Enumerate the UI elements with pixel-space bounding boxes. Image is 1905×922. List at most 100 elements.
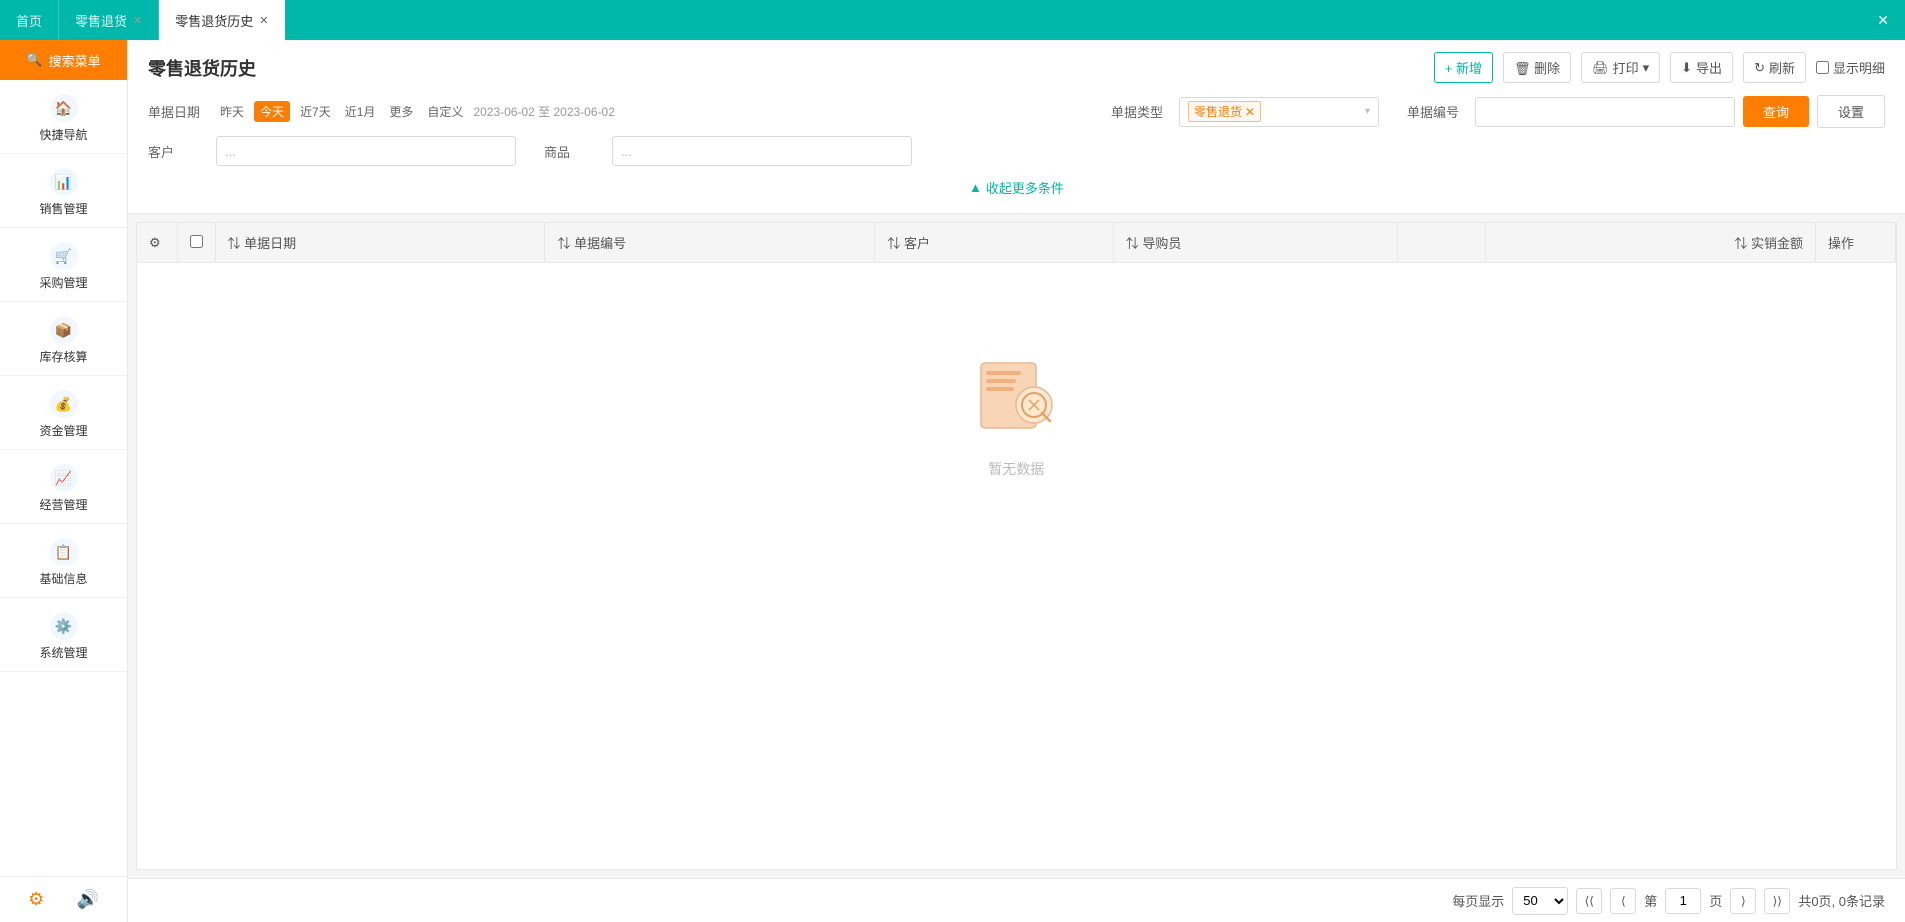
first-page-btn[interactable]: ⟨⟨ <box>1576 888 1602 914</box>
sidebar-item-operation[interactable]: 📈 经营管理 <box>0 450 127 524</box>
filter-bar: 单据日期 昨天 今天 近7天 近1月 更多 自定义 2023-06-02 至 2… <box>148 95 1885 213</box>
show-detail-input[interactable] <box>1816 61 1829 74</box>
export-button[interactable]: ⬇ 导出 <box>1670 52 1733 83</box>
sidebar-search-label: 搜索菜单 <box>49 51 101 70</box>
th-number-label: ⇅ 单据编号 <box>557 236 626 251</box>
sidebar: 🔍 搜索菜单 🏠 快捷导航 📊 销售管理 🛒 采购管理 📦 库存核算 💰 资金管… <box>0 40 128 922</box>
delete-button[interactable]: 🗑 删除 <box>1503 52 1571 83</box>
goods-filter-label: 商品 <box>544 142 604 161</box>
gear-icon[interactable]: ⚙ <box>149 235 161 250</box>
tab-retail-return-history-close[interactable]: ✕ <box>259 14 268 27</box>
main-table: ⚙ ⇅ 单据日期 ⇅ 单据编号 ⇅ 客户 <box>137 223 1896 559</box>
th-date[interactable]: ⇅ 单据日期 <box>215 223 545 263</box>
table-wrapper: ⚙ ⇅ 单据日期 ⇅ 单据编号 ⇅ 客户 <box>136 222 1897 870</box>
refresh-label: 刷新 <box>1769 58 1795 77</box>
type-select-arrow: ▾ <box>1365 106 1370 117</box>
sidebar-volume-btn[interactable]: 🔊 <box>76 889 98 910</box>
refresh-button[interactable]: ↻ 刷新 <box>1743 52 1806 83</box>
collapse-label: 收起更多条件 <box>986 178 1064 197</box>
sidebar-item-system[interactable]: ⚙️ 系统管理 <box>0 598 127 672</box>
sidebar-item-inventory[interactable]: 📦 库存核算 <box>0 302 127 376</box>
page-size-select[interactable]: 10 20 50 100 <box>1512 887 1568 915</box>
collapse-icon: ▲ <box>969 180 982 195</box>
total-info: 共0页, 0条记录 <box>1798 891 1885 910</box>
customer-filter-label: 客户 <box>148 142 208 161</box>
print-button[interactable]: 🖨 打印 ▾ <box>1581 52 1660 83</box>
type-filter-select[interactable]: 零售退货 ✕ ▾ <box>1179 97 1379 127</box>
date-today[interactable]: 今天 <box>254 101 290 122</box>
query-button[interactable]: 查询 <box>1743 96 1809 127</box>
page-word-2: 页 <box>1709 891 1722 910</box>
number-filter-input[interactable] <box>1475 97 1735 127</box>
tab-retail-return-close[interactable]: ✕ <box>133 14 142 27</box>
show-detail-checkbox[interactable]: 显示明细 <box>1816 58 1885 77</box>
th-customer[interactable]: ⇅ 客户 <box>875 223 1113 263</box>
date-quick-group: 昨天 今天 近7天 近1月 更多 自定义 2023-06-02 至 2023-0… <box>216 101 1083 122</box>
filter-row-2: 客户 商品 <box>148 128 1885 170</box>
print-arrow-icon: ▾ <box>1643 60 1650 76</box>
sidebar-label-purchase: 采购管理 <box>39 274 87 291</box>
finance-icon: 💰 <box>50 390 78 418</box>
sidebar-label-system: 系统管理 <box>39 644 87 661</box>
sidebar-search[interactable]: 🔍 搜索菜单 <box>0 40 127 80</box>
tab-retail-return-history[interactable]: 零售退货历史 ✕ <box>159 0 285 40</box>
sidebar-item-quick-nav[interactable]: 🏠 快捷导航 <box>0 80 127 154</box>
print-icon: 🖨 <box>1592 60 1609 76</box>
th-amount[interactable]: ⇅ 实销金额 <box>1485 223 1815 263</box>
date-custom[interactable]: 自定义 <box>423 101 467 122</box>
filter-row-1: 单据日期 昨天 今天 近7天 近1月 更多 自定义 2023-06-02 至 2… <box>148 95 1885 128</box>
th-gear[interactable]: ⚙ <box>137 223 177 263</box>
goods-filter-input[interactable] <box>612 136 912 166</box>
topbar-close[interactable]: ✕ <box>1877 0 1905 40</box>
operation-icon: 📈 <box>50 464 78 492</box>
last-page-btn[interactable]: ⟩⟩ <box>1764 888 1790 914</box>
sidebar-item-finance[interactable]: 💰 资金管理 <box>0 376 127 450</box>
tab-retail-return[interactable]: 零售退货 ✕ <box>59 0 159 40</box>
collapse-button[interactable]: ▲ 收起更多条件 <box>957 174 1076 201</box>
date-yesterday[interactable]: 昨天 <box>216 101 248 122</box>
prev-page-btn[interactable]: ⟨ <box>1610 888 1636 914</box>
date-range-text: 2023-06-02 至 2023-06-02 <box>473 103 614 120</box>
sidebar-label-sales: 销售管理 <box>39 200 87 217</box>
number-filter-label: 单据编号 <box>1407 102 1467 121</box>
search-icon: 🔍 <box>26 52 42 68</box>
date-more[interactable]: 更多 <box>385 101 417 122</box>
tab-home-label: 首页 <box>16 11 42 30</box>
purchase-icon: 🛒 <box>50 242 78 270</box>
sidebar-item-basic-info[interactable]: 📋 基础信息 <box>0 524 127 598</box>
next-page-btn[interactable]: ⟩ <box>1730 888 1756 914</box>
system-icon: ⚙️ <box>50 612 78 640</box>
sidebar-label-quick-nav: 快捷导航 <box>39 126 87 143</box>
date-7days[interactable]: 近7天 <box>296 101 335 122</box>
type-tag-label: 零售退货 <box>1194 103 1242 120</box>
sidebar-label-operation: 经营管理 <box>39 496 87 513</box>
export-label: 导出 <box>1696 58 1722 77</box>
page-num-input[interactable] <box>1665 888 1701 914</box>
export-icon: ⬇ <box>1681 60 1692 76</box>
show-detail-label: 显示明细 <box>1833 58 1885 77</box>
type-tag-close[interactable]: ✕ <box>1245 105 1255 119</box>
new-button[interactable]: + 新增 <box>1434 52 1493 83</box>
sidebar-item-purchase[interactable]: 🛒 采购管理 <box>0 228 127 302</box>
date-filter-label: 单据日期 <box>148 102 208 121</box>
page-title: 零售退货历史 <box>148 55 256 81</box>
date-1month[interactable]: 近1月 <box>341 101 380 122</box>
tab-home[interactable]: 首页 <box>0 0 59 40</box>
pagination-bar: 每页显示 10 20 50 100 ⟨⟨ ⟨ 第 页 ⟩ ⟩⟩ 共0页, 0条记… <box>128 878 1905 922</box>
select-all-checkbox[interactable] <box>190 235 203 248</box>
th-amount-label: ⇅ 实销金额 <box>1734 236 1803 251</box>
sidebar-bottom: ⚙ 🔊 <box>0 876 127 922</box>
collapse-row: ▲ 收起更多条件 <box>148 170 1885 213</box>
customer-filter-input[interactable] <box>216 136 516 166</box>
th-guide[interactable]: ⇅ 导购员 <box>1113 223 1397 263</box>
sidebar-item-sales[interactable]: 📊 销售管理 <box>0 154 127 228</box>
sidebar-settings-btn[interactable]: ⚙ <box>28 889 44 910</box>
th-check[interactable] <box>177 223 215 263</box>
th-number[interactable]: ⇅ 单据编号 <box>545 223 875 263</box>
page-title-row: 零售退货历史 + 新增 🗑 删除 🖨 打印 ▾ ⬇ 导出 ↻ <box>148 52 1885 83</box>
refresh-icon: ↻ <box>1754 60 1765 76</box>
page-word: 第 <box>1644 891 1657 910</box>
top-tab-bar: 首页 零售退货 ✕ 零售退货历史 ✕ ✕ <box>0 0 1905 40</box>
settings-button[interactable]: 设置 <box>1817 95 1885 128</box>
toolbar: + 新增 🗑 删除 🖨 打印 ▾ ⬇ 导出 ↻ 刷新 <box>1434 52 1885 83</box>
